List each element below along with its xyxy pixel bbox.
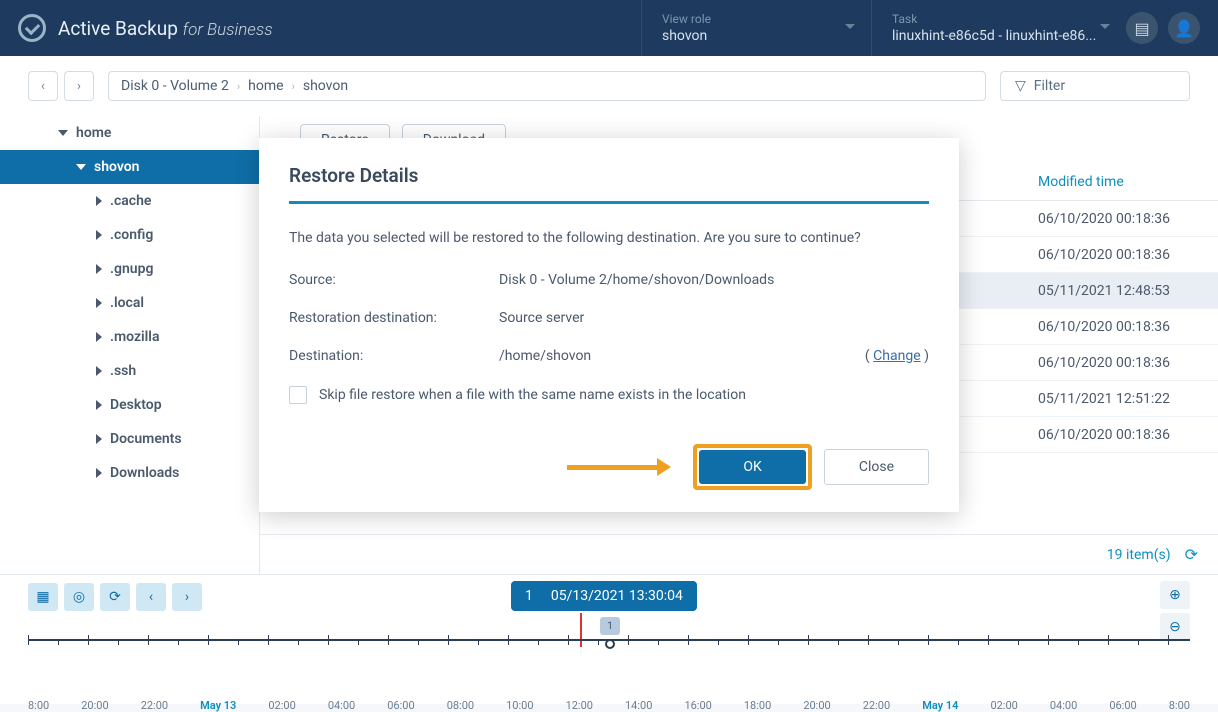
chevron-right-icon — [96, 332, 102, 342]
timeline-badge-time: 05/13/2021 13:30:04 — [551, 588, 683, 604]
timeline-restore-point[interactable] — [605, 639, 615, 649]
breadcrumb-separator: › — [237, 80, 240, 93]
timeline-prev-button[interactable]: ‹ — [136, 583, 166, 611]
source-label: Source: — [289, 272, 499, 288]
app-subtitle: for Business — [183, 20, 273, 40]
app-logo-section: Active Backup for Business — [0, 14, 291, 42]
view-role-label: View role — [662, 12, 851, 26]
chevron-down-icon — [1100, 24, 1110, 29]
calendar-button[interactable]: ▦ — [28, 583, 58, 611]
timeline-current-badge: 1 05/13/2021 13:30:04 — [511, 581, 697, 611]
filter-icon: ▽ — [1015, 78, 1026, 94]
breadcrumb-part[interactable]: home — [248, 78, 283, 94]
nav-forward-button[interactable]: › — [64, 71, 94, 101]
modal-intro-text: The data you selected will be restored t… — [289, 230, 929, 246]
timeline-point-badge[interactable]: 1 — [600, 617, 620, 635]
nav-buttons: ‹ › — [28, 71, 94, 101]
tree-item[interactable]: Desktop — [0, 388, 259, 422]
item-count: 19 item(s) — [1107, 547, 1171, 563]
tree-item[interactable]: .ssh — [0, 354, 259, 388]
timeline-next-button[interactable]: › — [172, 583, 202, 611]
tree-item-home[interactable]: home — [0, 116, 259, 150]
ok-button-highlight: OK — [693, 444, 811, 490]
chevron-down-icon — [845, 24, 855, 29]
tree-item[interactable]: .config — [0, 218, 259, 252]
task-value: linuxhint-e86c5d - linuxhint-e86... — [892, 28, 1106, 44]
folder-tree: home shovon .cache .config .gnupg .local… — [0, 116, 260, 574]
task-label: Task — [892, 12, 1106, 26]
target-button[interactable]: ◎ — [64, 583, 94, 611]
tree-item[interactable]: .cache — [0, 184, 259, 218]
restore-dest-label: Restoration destination: — [289, 310, 499, 326]
app-title: Active Backup for Business — [58, 17, 273, 40]
breadcrumb-part[interactable]: Disk 0 - Volume 2 — [121, 78, 229, 94]
modal-destination-row: Destination: /home/shovon ( Change ) — [289, 348, 929, 364]
modal-divider — [289, 201, 929, 204]
annotation-arrow-icon — [567, 458, 671, 476]
ok-button[interactable]: OK — [699, 450, 805, 484]
filter-label: Filter — [1034, 78, 1065, 94]
skip-file-row[interactable]: Skip file restore when a file with the s… — [289, 386, 929, 404]
modal-restore-dest-row: Restoration destination: Source server — [289, 310, 929, 326]
task-dropdown[interactable]: Task linuxhint-e86c5d - linuxhint-e86... — [871, 0, 1126, 56]
restore-details-modal: Restore Details The data you selected wi… — [259, 138, 959, 512]
app-logo-icon — [18, 14, 46, 42]
timeline-badge-index: 1 — [525, 588, 533, 604]
chevron-right-icon — [96, 434, 102, 444]
user-icon[interactable]: 👤 — [1168, 12, 1200, 44]
modal-source-row: Source: Disk 0 - Volume 2/home/shovon/Do… — [289, 272, 929, 288]
refresh-timeline-button[interactable]: ⟳ — [100, 583, 130, 611]
tree-item[interactable]: Documents — [0, 422, 259, 456]
skip-file-checkbox[interactable] — [289, 386, 307, 404]
refresh-icon[interactable]: ⟳ — [1185, 545, 1198, 564]
timeline-panel: ▦ ◎ ⟳ ‹ › 1 05/13/2021 13:30:04 ⊕ ⊖ 1 8:… — [0, 574, 1218, 704]
close-button[interactable]: Close — [824, 449, 929, 485]
header-icons: ▤ 👤 — [1126, 12, 1218, 44]
tree-item-shovon[interactable]: shovon — [0, 150, 259, 184]
breadcrumb[interactable]: Disk 0 - Volume 2 › home › shovon — [108, 71, 986, 101]
view-role-dropdown[interactable]: View role shovon — [641, 0, 871, 56]
modal-buttons: OK Close — [289, 444, 929, 490]
view-role-value: shovon — [662, 28, 851, 44]
chevron-right-icon — [96, 264, 102, 274]
nav-back-button[interactable]: ‹ — [28, 71, 58, 101]
chevron-down-icon — [58, 130, 68, 136]
chevron-right-icon — [96, 366, 102, 376]
zoom-in-button[interactable]: ⊕ — [1160, 581, 1190, 609]
chevron-right-icon — [96, 230, 102, 240]
app-header: Active Backup for Business View role sho… — [0, 0, 1218, 56]
chat-icon[interactable]: ▤ — [1126, 12, 1158, 44]
tree-item[interactable]: Downloads — [0, 456, 259, 490]
source-value: Disk 0 - Volume 2/home/shovon/Downloads — [499, 272, 929, 288]
chevron-right-icon — [96, 196, 102, 206]
column-modified-time[interactable]: Modified time — [1038, 174, 1198, 190]
table-footer: 19 item(s) ⟳ — [260, 534, 1218, 574]
tree-item[interactable]: .mozilla — [0, 320, 259, 354]
breadcrumb-part[interactable]: shovon — [303, 78, 348, 94]
modal-title: Restore Details — [289, 164, 929, 187]
chevron-down-icon — [76, 164, 86, 170]
breadcrumb-separator: › — [292, 80, 295, 93]
chevron-right-icon — [96, 468, 102, 478]
app-name: Active Backup — [58, 17, 178, 40]
destination-label: Destination: — [289, 348, 499, 364]
destination-value: /home/shovon ( Change ) — [499, 348, 929, 364]
navigation-toolbar: ‹ › Disk 0 - Volume 2 › home › shovon ▽ … — [0, 56, 1218, 116]
restore-dest-value: Source server — [499, 310, 929, 326]
filter-button[interactable]: ▽ Filter — [1000, 71, 1190, 101]
timeline-labels: 8:00 20:00 22:00 May 13 02:00 04:00 06:0… — [28, 699, 1190, 712]
change-link[interactable]: Change — [873, 348, 920, 364]
tree-item[interactable]: .gnupg — [0, 252, 259, 286]
skip-file-label: Skip file restore when a file with the s… — [319, 387, 746, 403]
chevron-right-icon — [96, 298, 102, 308]
chevron-right-icon — [96, 400, 102, 410]
timeline-zoom-controls: ⊕ ⊖ — [1160, 581, 1190, 641]
tree-item[interactable]: .local — [0, 286, 259, 320]
